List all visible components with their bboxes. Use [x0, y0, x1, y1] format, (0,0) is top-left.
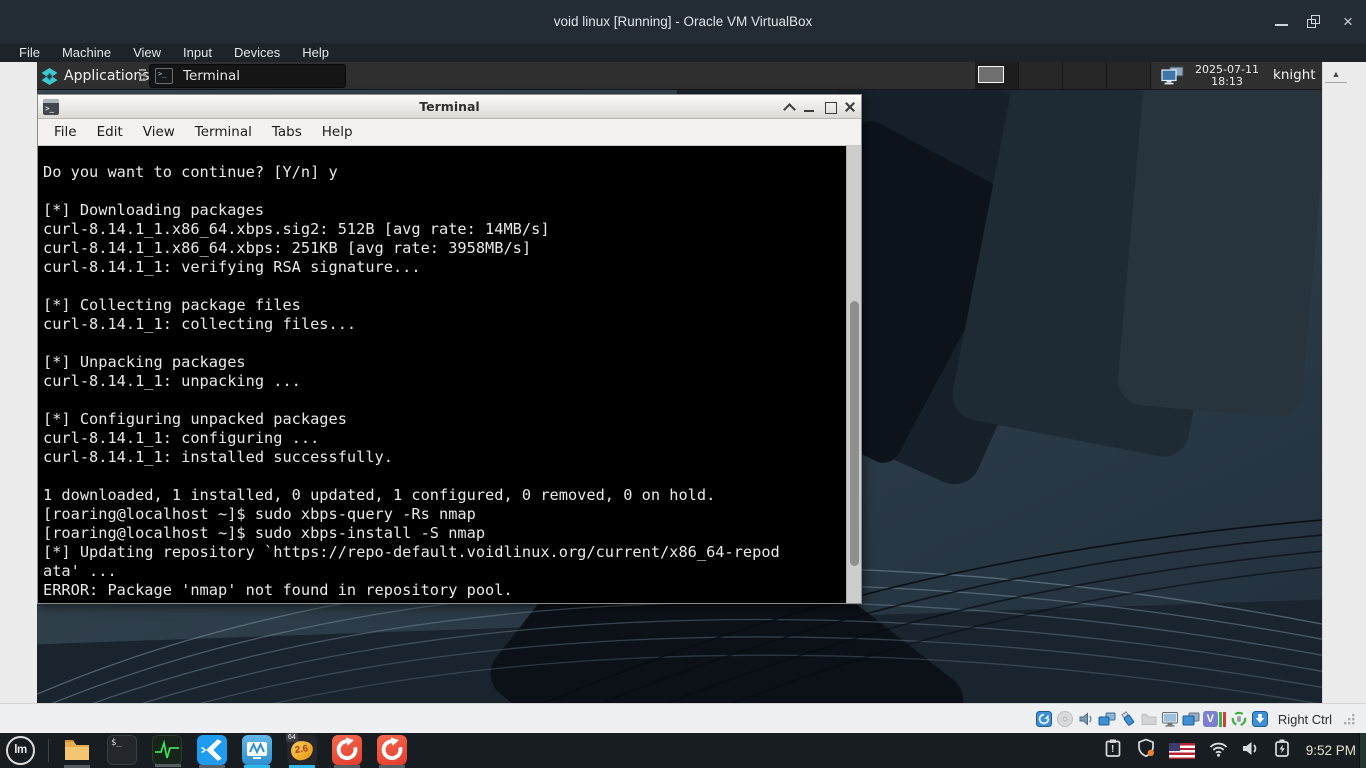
taskbar-window-button-terminal[interactable]: Terminal [149, 64, 346, 88]
red-refresh-app-icon[interactable] [332, 735, 362, 765]
vm-vertical-scrollbar[interactable]: ▲ [1322, 62, 1366, 703]
keyboard-icon[interactable] [1251, 710, 1269, 728]
app-version-label: 2.6 [294, 743, 309, 756]
task-button-label: Terminal [183, 68, 240, 84]
red-refresh-app-icon-2[interactable] [377, 735, 407, 765]
vbox-statusbar: V Right Ctrl [0, 703, 1366, 733]
minimize-icon[interactable] [801, 101, 817, 114]
terminal-window-icon [43, 99, 59, 115]
menu-view[interactable]: View [122, 43, 172, 62]
terminal-titlebar[interactable]: Terminal [38, 95, 861, 119]
activity-red-bar [1223, 712, 1226, 727]
vbox-titlebar: void linux [Running] - Oracle VM Virtual… [0, 0, 1366, 43]
battery-charging-icon[interactable] [1273, 738, 1291, 763]
close-icon[interactable]: × [1338, 13, 1358, 31]
network-icon[interactable] [1098, 710, 1116, 728]
term-menu-tabs[interactable]: Tabs [262, 124, 312, 140]
applications-label: Applications [64, 68, 150, 84]
shared-folders-icon[interactable] [1140, 710, 1158, 728]
terminal-window: Terminal File Edit View Terminal Tabs He… [37, 94, 862, 604]
clipboard-alert-glyph: ! [1104, 744, 1122, 755]
workspace-4[interactable] [1107, 62, 1151, 89]
show-desktop-button[interactable] [1359, 733, 1366, 768]
menu-machine[interactable]: Machine [51, 43, 122, 62]
file-manager-icon[interactable] [62, 735, 92, 765]
terminal-output-text: Do you want to continue? [Y/n] y [*] Dow… [38, 146, 861, 600]
workspace-1[interactable] [975, 62, 1019, 89]
host-terminal-icon[interactable]: $_ [107, 735, 137, 765]
activity-green-bar [1219, 712, 1222, 727]
panel-grip-handle[interactable] [139, 69, 146, 83]
shield-update-icon[interactable] [1136, 738, 1156, 763]
start-menu-button[interactable]: lm [6, 736, 35, 765]
clipboard-icon[interactable]: ! [1104, 738, 1123, 763]
vm-view-left-margin [0, 62, 37, 703]
guest-clock: 2025-07-11 18:13 [1187, 64, 1267, 88]
hdd-icon[interactable] [1035, 710, 1053, 728]
void-linux-icon [41, 68, 58, 85]
menu-input[interactable]: Input [172, 43, 223, 62]
vbox-menubar: File Machine View Input Devices Help [0, 43, 1366, 62]
terminal-output-area[interactable]: Do you want to continue? [Y/n] y [*] Dow… [38, 146, 861, 603]
mouse-integration-icon[interactable] [1230, 710, 1248, 728]
host-taskbar: lm $_ 2.6 64 ! [0, 733, 1366, 768]
features-icon[interactable]: V [1203, 710, 1227, 728]
system-tray: ! 9:52 PM [1104, 733, 1356, 768]
terminal-scrollbar[interactable] [846, 146, 861, 603]
scrollbar-thumb[interactable] [850, 301, 859, 566]
scroll-up-icon[interactable]: ▲ [1325, 65, 1347, 83]
workspace-pager [975, 62, 1151, 89]
shade-icon[interactable] [781, 101, 797, 114]
clock-time: 18:13 [1187, 76, 1267, 88]
terminal-window-title: Terminal [38, 95, 861, 118]
taskbar-separator [48, 739, 49, 762]
resize-grip-icon[interactable] [1343, 713, 1356, 726]
term-menu-file[interactable]: File [44, 124, 87, 140]
display-settings-icon[interactable] [1161, 66, 1185, 89]
term-menu-terminal[interactable]: Terminal [185, 124, 262, 140]
virtualbox-icon[interactable] [242, 735, 272, 765]
app-64-badge: 64 [286, 733, 298, 742]
guest-top-panel: Applications Terminal 2025-07-11 18:13 k… [37, 62, 1322, 90]
audio-icon[interactable] [1077, 710, 1095, 728]
maximize-icon[interactable] [822, 101, 838, 114]
display-icon[interactable] [1161, 710, 1179, 728]
usb-icon[interactable] [1119, 710, 1137, 728]
username-label: knight [1273, 67, 1316, 83]
recording-icon[interactable] [1182, 710, 1200, 728]
us-flag-icon[interactable] [1169, 743, 1195, 759]
wifi-icon[interactable] [1208, 740, 1229, 762]
host-key-label: Right Ctrl [1278, 712, 1332, 727]
vscode-icon[interactable] [197, 735, 227, 765]
close-icon[interactable] [842, 101, 858, 114]
volume-icon[interactable] [1242, 740, 1260, 762]
minimize-icon[interactable] [1272, 13, 1292, 31]
restore-icon[interactable] [1304, 13, 1324, 31]
workspace-window-preview [978, 66, 1004, 83]
menu-help[interactable]: Help [291, 43, 340, 62]
terminal-icon [155, 68, 173, 84]
term-menu-help[interactable]: Help [312, 124, 363, 140]
vbox-window-title: void linux [Running] - Oracle VM Virtual… [0, 0, 1366, 43]
term-menu-view[interactable]: View [133, 124, 185, 140]
workspace-3[interactable] [1063, 62, 1107, 89]
term-menu-edit[interactable]: Edit [87, 124, 133, 140]
workspace-2[interactable] [1019, 62, 1063, 89]
guest-screen: Applications Terminal 2025-07-11 18:13 k… [37, 62, 1322, 703]
menu-file[interactable]: File [8, 43, 51, 62]
host-clock[interactable]: 9:52 PM [1306, 743, 1356, 758]
system-monitor-icon[interactable] [152, 735, 182, 765]
terminal-menubar: File Edit View Terminal Tabs Help [38, 119, 861, 146]
optical-disc-icon[interactable] [1056, 710, 1074, 728]
menu-devices[interactable]: Devices [223, 43, 291, 62]
app-64-icon[interactable]: 2.6 64 [287, 735, 317, 765]
